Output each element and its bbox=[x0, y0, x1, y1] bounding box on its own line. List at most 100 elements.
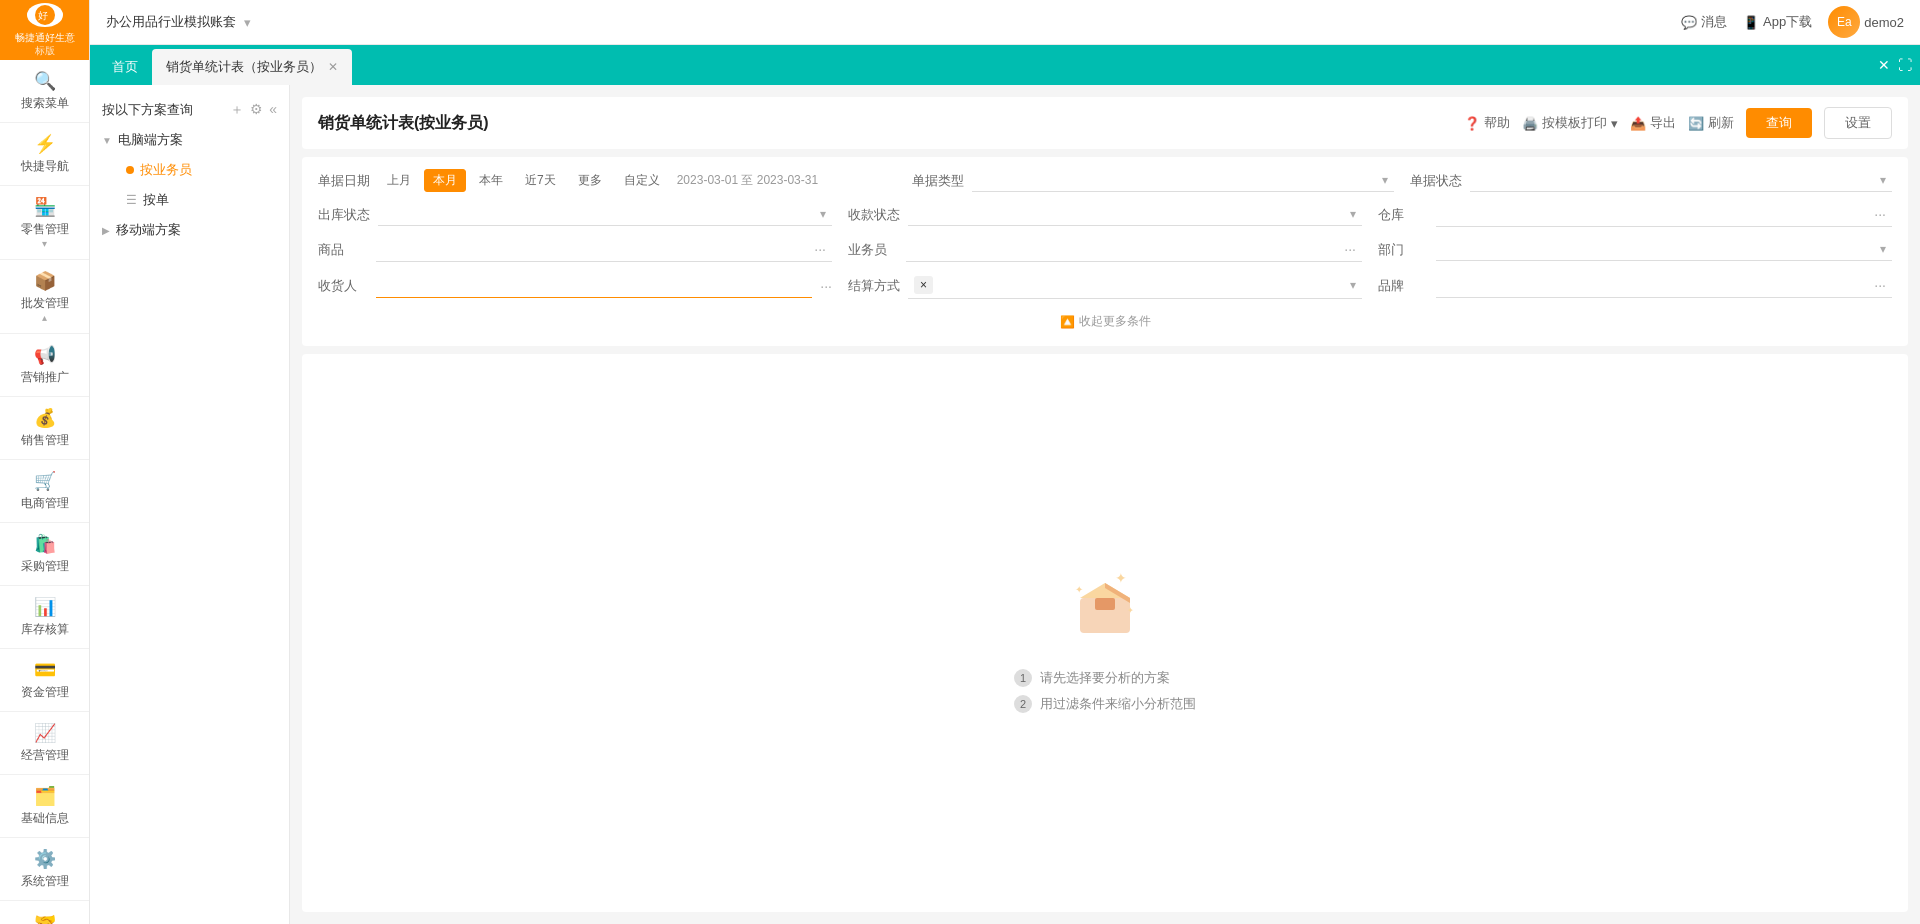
sidebar-item-search[interactable]: 🔍 搜索菜单 bbox=[0, 60, 89, 123]
sidebar-item-system-label: 系统管理 bbox=[21, 873, 69, 890]
tip-2-num: 2 bbox=[1014, 695, 1032, 713]
sidebar-item-inventory-label: 库存核算 bbox=[21, 621, 69, 638]
ecommerce-icon: 🛒 bbox=[34, 470, 56, 492]
filter-salesperson-field: 业务员 ··· bbox=[848, 237, 1362, 262]
filter-warehouse-field: 仓库 ··· bbox=[1378, 202, 1892, 227]
logo-text: 畅捷通好生意 bbox=[15, 31, 75, 44]
doc-type-label: 单据类型 bbox=[912, 172, 964, 190]
date-range-text: 2023-03-01 至 2023-03-31 bbox=[677, 172, 818, 189]
app-download-btn[interactable]: 📱 App下载 bbox=[1743, 13, 1812, 31]
filter-row-4: 收货人 ··· 结算方式 × ▾ 品牌 bbox=[318, 272, 1892, 299]
sidebar-item-marketing-label: 营销推广 bbox=[21, 369, 69, 386]
tree-item-by-order[interactable]: ☰ 按单 bbox=[110, 185, 289, 215]
department-select[interactable]: ▾ bbox=[1436, 238, 1892, 261]
doc-status-chevron: ▾ bbox=[1880, 173, 1886, 187]
storage-status-select[interactable]: ▾ bbox=[378, 203, 832, 226]
sidebar-item-operation[interactable]: 📈 经营管理 bbox=[0, 712, 89, 775]
tip-1-num: 1 bbox=[1014, 669, 1032, 687]
finance-icon: 💳 bbox=[34, 659, 56, 681]
goods-select[interactable]: ··· bbox=[376, 237, 832, 262]
doc-status-label: 单据状态 bbox=[1410, 172, 1462, 190]
tree-item-desktop[interactable]: ▼ 电脑端方案 bbox=[90, 125, 289, 155]
doc-status-select[interactable]: ▾ bbox=[1470, 169, 1892, 192]
collapse-scheme-icon[interactable]: « bbox=[269, 101, 277, 119]
add-scheme-icon[interactable]: ＋ bbox=[230, 101, 244, 119]
sidebar-item-basic[interactable]: 🗂️ 基础信息 bbox=[0, 775, 89, 838]
export-btn[interactable]: 📤 导出 bbox=[1630, 114, 1676, 132]
left-panel-header: 按以下方案查询 ＋ ⚙ « bbox=[90, 95, 289, 125]
department-label: 部门 bbox=[1378, 241, 1428, 259]
sidebar-item-retail[interactable]: 🏪 零售管理 ▾ bbox=[0, 186, 89, 260]
sidebar-item-enterprise[interactable]: 🤝 企业协同 bbox=[0, 901, 89, 924]
collapse-up-icon: 🔼 bbox=[1060, 315, 1075, 329]
filter-department-field: 部门 ▾ bbox=[1378, 238, 1892, 261]
sidebar-item-inventory[interactable]: 📊 库存核算 bbox=[0, 586, 89, 649]
template-print-btn[interactable]: 🖨️ 按模板打印 ▾ bbox=[1522, 114, 1618, 132]
tab-home-label: 首页 bbox=[112, 58, 138, 76]
sidebar-item-marketing[interactable]: 📢 营销推广 bbox=[0, 334, 89, 397]
receiver-dots: ··· bbox=[820, 278, 832, 294]
warehouse-select[interactable]: ··· bbox=[1436, 202, 1892, 227]
window-maximize-icon[interactable]: ⛶ bbox=[1898, 57, 1912, 73]
settlement-tag-text: × bbox=[920, 278, 927, 292]
date-btn-custom[interactable]: 自定义 bbox=[615, 169, 669, 192]
date-btn-this-month[interactable]: 本月 bbox=[424, 169, 466, 192]
svg-text:✦: ✦ bbox=[1115, 570, 1127, 586]
date-btn-7days[interactable]: 近7天 bbox=[516, 169, 565, 192]
doc-type-select[interactable]: ▾ bbox=[972, 169, 1394, 192]
brand-select[interactable]: ··· bbox=[1436, 273, 1892, 298]
settlement-select[interactable]: × ▾ bbox=[908, 272, 1362, 299]
sidebar-item-quick-nav[interactable]: ⚡ 快捷导航 bbox=[0, 123, 89, 186]
receiver-label: 收货人 bbox=[318, 277, 368, 295]
brand-label: 品牌 bbox=[1378, 277, 1428, 295]
left-panel-icons: ＋ ⚙ « bbox=[230, 101, 277, 119]
window-close-icon[interactable]: ✕ bbox=[1878, 57, 1890, 73]
enterprise-icon: 🤝 bbox=[34, 911, 56, 924]
sidebar-item-basic-label: 基础信息 bbox=[21, 810, 69, 827]
message-btn[interactable]: 💬 消息 bbox=[1681, 13, 1727, 31]
sidebar-item-system[interactable]: ⚙️ 系统管理 bbox=[0, 838, 89, 901]
refresh-btn[interactable]: 🔄 刷新 bbox=[1688, 114, 1734, 132]
tab-home[interactable]: 首页 bbox=[98, 49, 152, 85]
page-content: 按以下方案查询 ＋ ⚙ « ▼ 电脑端方案 按业务员 ☰ 按单 bbox=[90, 85, 1920, 924]
sidebar-item-wholesale[interactable]: 📦 批发管理 ▴ bbox=[0, 260, 89, 334]
empty-illustration: ✦ ✦ ✦ bbox=[1055, 553, 1155, 653]
right-main: 销货单统计表(按业务员) ❓ 帮助 🖨️ 按模板打印 ▾ 📤 导出 bbox=[290, 85, 1920, 924]
message-label: 消息 bbox=[1701, 13, 1727, 31]
tree-item-by-salesperson[interactable]: 按业务员 bbox=[110, 155, 289, 185]
avatar-initials: Ea bbox=[1837, 15, 1852, 29]
settlement-tag: × bbox=[914, 276, 933, 294]
receiver-input[interactable] bbox=[376, 274, 812, 298]
sidebar-item-sales[interactable]: 💰 销售管理 bbox=[0, 397, 89, 460]
tab-bar: 首页 销货单统计表（按业务员） ✕ ✕ ⛶ bbox=[90, 45, 1920, 85]
help-btn[interactable]: ❓ 帮助 bbox=[1464, 114, 1510, 132]
collapse-btn[interactable]: 🔼 收起更多条件 bbox=[1060, 313, 1151, 330]
tab-sales-stat[interactable]: 销货单统计表（按业务员） ✕ bbox=[152, 49, 352, 85]
sales-icon: 💰 bbox=[34, 407, 56, 429]
template-print-label: 按模板打印 bbox=[1542, 114, 1607, 132]
payment-status-select[interactable]: ▾ bbox=[908, 203, 1362, 226]
department-chevron: ▾ bbox=[1880, 242, 1886, 256]
sidebar-item-finance[interactable]: 💳 资金管理 bbox=[0, 649, 89, 712]
sidebar-item-purchase[interactable]: 🛍️ 采购管理 bbox=[0, 523, 89, 586]
salesperson-label: 业务员 bbox=[848, 241, 898, 259]
industry-dropdown-icon[interactable]: ▾ bbox=[244, 15, 251, 30]
user-avatar-btn[interactable]: Ea demo2 bbox=[1828, 6, 1904, 38]
arrow-down-icon: ▼ bbox=[102, 135, 112, 146]
collapse-label: 收起更多条件 bbox=[1079, 313, 1151, 330]
message-icon: 💬 bbox=[1681, 15, 1697, 30]
tab-close-icon[interactable]: ✕ bbox=[328, 60, 338, 74]
date-btn-this-year[interactable]: 本年 bbox=[470, 169, 512, 192]
tree-item-mobile[interactable]: ▶ 移动端方案 bbox=[90, 215, 289, 245]
date-btn-more[interactable]: 更多 bbox=[569, 169, 611, 192]
settings-scheme-icon[interactable]: ⚙ bbox=[250, 101, 263, 119]
sidebar-item-ecommerce[interactable]: 🛒 电商管理 bbox=[0, 460, 89, 523]
filter-date-field: 单据日期 上月 本月 本年 近7天 更多 自定义 2023-03-01 至 20… bbox=[318, 169, 896, 192]
page-title-bar: 销货单统计表(按业务员) ❓ 帮助 🖨️ 按模板打印 ▾ 📤 导出 bbox=[302, 97, 1908, 149]
salesperson-select[interactable]: ··· bbox=[906, 237, 1362, 262]
salesperson-dots: ··· bbox=[1344, 241, 1356, 257]
query-button[interactable]: 查询 bbox=[1746, 108, 1812, 138]
goods-label: 商品 bbox=[318, 241, 368, 259]
settings-button[interactable]: 设置 bbox=[1824, 107, 1892, 139]
date-btn-last-month[interactable]: 上月 bbox=[378, 169, 420, 192]
